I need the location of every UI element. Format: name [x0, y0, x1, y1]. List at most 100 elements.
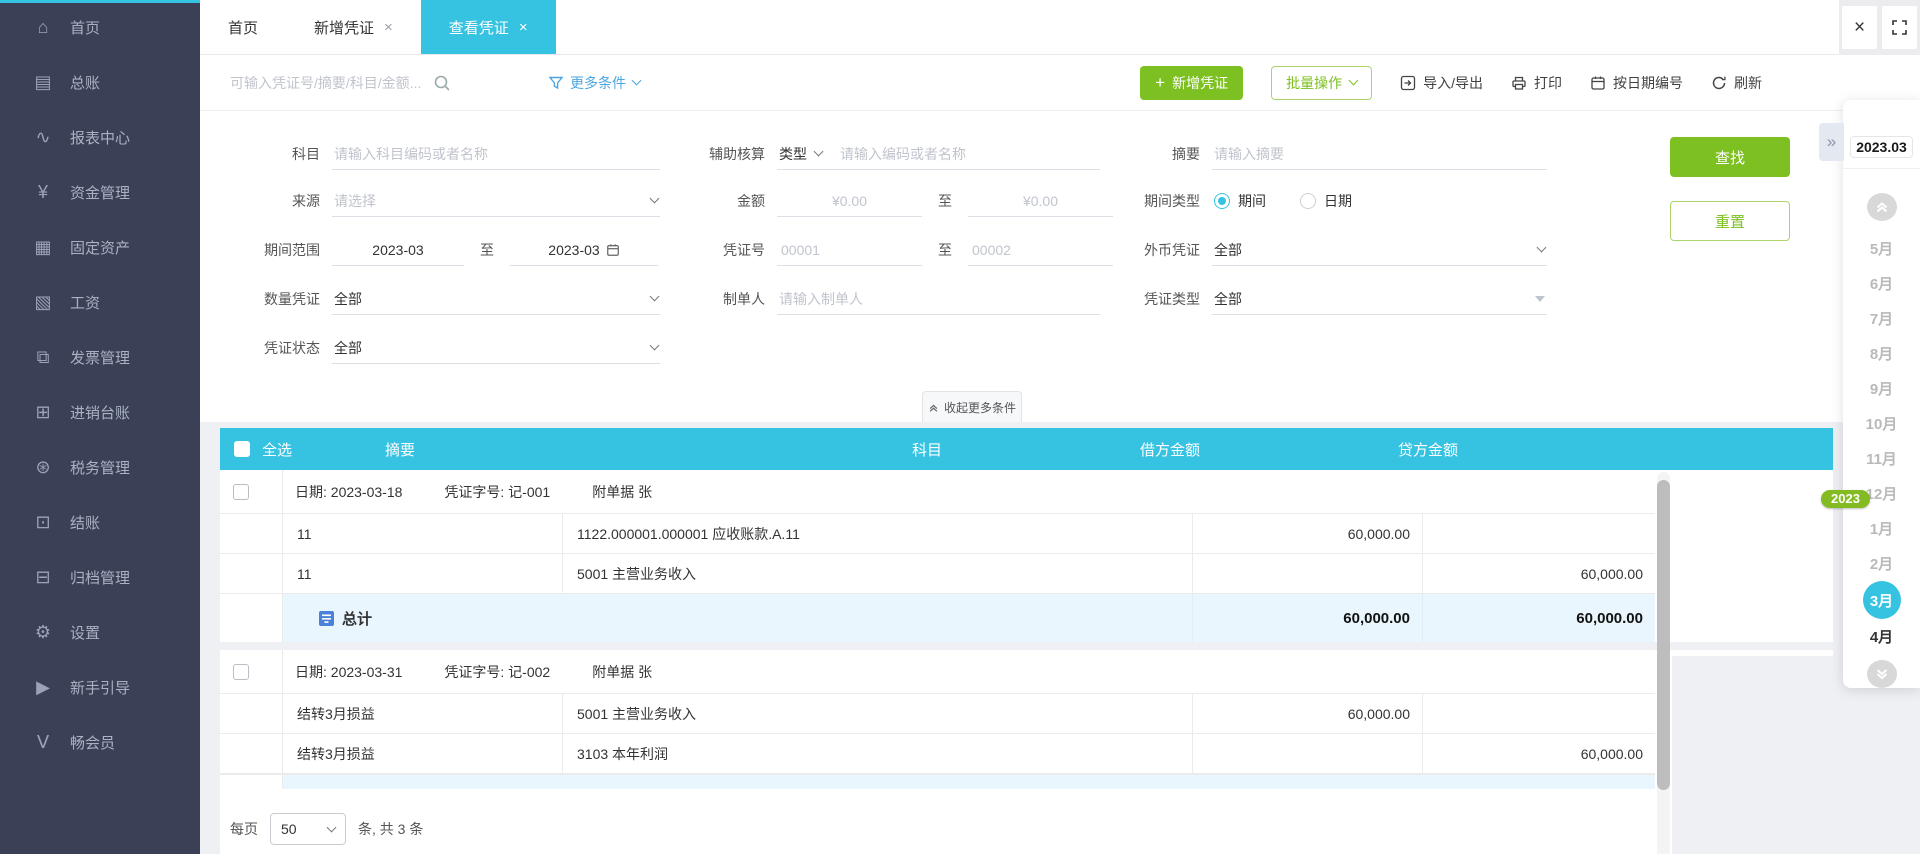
- double-chevron-right-icon: »: [1826, 132, 1837, 151]
- month-item[interactable]: 12月: [1866, 476, 1898, 511]
- calendar-collapse-handle[interactable]: »: [1819, 123, 1844, 161]
- add-voucher-button[interactable]: + 新增凭证: [1140, 65, 1244, 100]
- search-placeholder: 可输入凭证号/摘要/科目/金额...: [230, 74, 422, 91]
- sidebar-item-general-ledger[interactable]: ▤ 总账: [0, 55, 200, 110]
- preparer-input[interactable]: 请输入制单人: [777, 283, 1100, 315]
- voucher-status-select[interactable]: 全部: [332, 332, 660, 364]
- month-item[interactable]: 5月: [1870, 231, 1893, 266]
- radio-date[interactable]: [1300, 193, 1316, 209]
- amount-from-input[interactable]: ¥0.00: [777, 185, 922, 217]
- sidebar-item-fixed-assets[interactable]: ▦ 固定资产: [0, 220, 200, 275]
- source-label: 来源: [292, 193, 320, 209]
- row-summary: 11: [282, 554, 562, 593]
- table-row[interactable]: 结转3月损益 3103 本年利润 60,000.00: [220, 734, 1655, 774]
- sidebar-item-archive[interactable]: ⊟ 归档管理: [0, 550, 200, 605]
- tab-view-voucher[interactable]: 查看凭证 ×: [420, 0, 556, 54]
- month-item[interactable]: 8月: [1870, 336, 1893, 371]
- refresh-button[interactable]: 刷新: [1711, 73, 1762, 93]
- row-debit: [1192, 734, 1422, 773]
- sidebar-item-invoice[interactable]: ⧉ 发票管理: [0, 330, 200, 385]
- month-item[interactable]: 7月: [1870, 301, 1893, 336]
- voucher-search-input[interactable]: 可输入凭证号/摘要/科目/金额...: [230, 73, 525, 93]
- row-account: 1122.000001.000001 应收账款.A.11: [562, 514, 1192, 553]
- table-row[interactable]: 11 5001 主营业务收入 60,000.00: [220, 554, 1655, 594]
- amount-to-input[interactable]: ¥0.00: [968, 185, 1113, 217]
- voucher-date: 日期: 2023-03-31: [295, 663, 403, 680]
- voucher-no-label: 凭证号: [723, 242, 765, 258]
- sidebar-item-funds[interactable]: ¥ 资金管理: [0, 165, 200, 220]
- select-all-checkbox[interactable]: [234, 441, 250, 457]
- tab-new-voucher[interactable]: 新增凭证 ×: [286, 0, 421, 54]
- sidebar-item-settings[interactable]: ⚙ 设置: [0, 605, 200, 660]
- scrollbar-thumb[interactable]: [1657, 480, 1670, 790]
- filter-subject: 科目 请输入科目编码或者名称: [230, 138, 660, 170]
- voucher-type-select[interactable]: 全部: [1212, 283, 1547, 315]
- sidebar-item-guide[interactable]: ▶ 新手引导: [0, 660, 200, 715]
- month-item[interactable]: 10月: [1866, 406, 1898, 441]
- sidebar-item-unpin[interactable]: ⊘取消固定: [0, 836, 200, 854]
- row-summary: 11: [282, 514, 562, 553]
- batch-actions-button[interactable]: 批量操作: [1271, 65, 1373, 100]
- calendar-icon: [606, 243, 619, 256]
- summary-input[interactable]: 请输入摘要: [1212, 138, 1547, 170]
- sidebar-item-home[interactable]: ⌂ 首页: [0, 0, 200, 55]
- period-from-input[interactable]: 2023-03: [332, 234, 464, 266]
- close-icon[interactable]: ×: [384, 19, 393, 36]
- voucher-group-header: 日期: 2023-03-18 凭证字号: 记-001 附单据 张: [220, 470, 1655, 514]
- month-item[interactable]: 2月: [1870, 546, 1893, 581]
- radio-period[interactable]: [1214, 193, 1230, 209]
- foreign-currency-select[interactable]: 全部: [1212, 234, 1547, 266]
- collapse-filters-button[interactable]: 收起更多条件: [922, 391, 1022, 422]
- qty-voucher-select[interactable]: 全部: [332, 283, 660, 315]
- sidebar-item-payroll[interactable]: ▧ 工资: [0, 275, 200, 330]
- tab-home[interactable]: 首页: [200, 0, 286, 54]
- search-button[interactable]: 查找: [1670, 137, 1790, 177]
- more-filters-button[interactable]: 更多条件: [549, 73, 642, 93]
- close-window-button[interactable]: ×: [1842, 6, 1877, 49]
- reset-button[interactable]: 重置: [1670, 201, 1790, 241]
- print-button[interactable]: 打印: [1511, 73, 1562, 93]
- row-checkbox[interactable]: [233, 664, 249, 680]
- calendar-scroll-up-button[interactable]: [1866, 193, 1897, 221]
- sidebar-item-inventory-ledger[interactable]: ⊞ 进销台账: [0, 385, 200, 440]
- month-item[interactable]: 9月: [1870, 371, 1893, 406]
- month-item[interactable]: 4月: [1870, 619, 1893, 654]
- amount-label: 金额: [737, 193, 765, 209]
- month-item[interactable]: 1月: [1870, 511, 1893, 546]
- import-export-button[interactable]: 导入/导出: [1400, 73, 1483, 93]
- month-item[interactable]: 6月: [1870, 266, 1893, 301]
- subject-input[interactable]: 请输入科目编码或者名称: [332, 138, 660, 170]
- number-by-date-button[interactable]: 按日期编号: [1590, 73, 1683, 93]
- more-filters-label: 更多条件: [570, 74, 626, 91]
- search-icon[interactable]: [433, 74, 451, 92]
- period-to-input[interactable]: 2023-03: [510, 234, 658, 266]
- subject-placeholder: 请输入科目编码或者名称: [334, 145, 488, 162]
- sidebar-item-member[interactable]: Ⅴ 畅会员: [0, 715, 200, 770]
- voucher-no-to-input[interactable]: 00002: [968, 234, 1113, 266]
- sidebar-item-label: 固定资产: [70, 240, 131, 257]
- row-checkbox[interactable]: [233, 484, 249, 500]
- close-icon[interactable]: ×: [519, 19, 528, 36]
- radio-date-label: 日期: [1324, 193, 1352, 209]
- batch-actions-label: 批量操作: [1286, 74, 1343, 91]
- month-item-active[interactable]: 3月: [1862, 581, 1901, 619]
- aux-label: 辅助核算: [709, 146, 765, 162]
- calendar-scroll-down-button[interactable]: [1866, 660, 1897, 688]
- sidebar-item-closing[interactable]: ⊡ 结账: [0, 495, 200, 550]
- source-placeholder: 请选择: [334, 192, 376, 209]
- row-debit: 60,000.00: [1192, 694, 1422, 733]
- table-row[interactable]: 结转3月损益 5001 主营业务收入 60,000.00: [220, 694, 1655, 734]
- fullscreen-button[interactable]: [1882, 6, 1917, 49]
- page-size-select[interactable]: 50: [270, 813, 346, 845]
- table-row[interactable]: 11 1122.000001.000001 应收账款.A.11 60,000.0…: [220, 514, 1655, 554]
- source-select[interactable]: 请选择: [332, 185, 660, 217]
- voucher-no-from-input[interactable]: 00001: [777, 234, 922, 266]
- aux-input[interactable]: 类型 请输入编码或者名称: [777, 138, 1100, 170]
- sidebar-item-report-center[interactable]: ∿ 报表中心: [0, 110, 200, 165]
- tab-label: 首页: [228, 19, 259, 37]
- current-period-chip[interactable]: 2023.03: [1850, 136, 1913, 158]
- fullscreen-icon: [1892, 20, 1907, 35]
- aux-type-select[interactable]: 类型: [779, 144, 807, 164]
- sidebar-item-tax[interactable]: ⊛ 税务管理: [0, 440, 200, 495]
- month-item[interactable]: 11月: [1866, 441, 1897, 476]
